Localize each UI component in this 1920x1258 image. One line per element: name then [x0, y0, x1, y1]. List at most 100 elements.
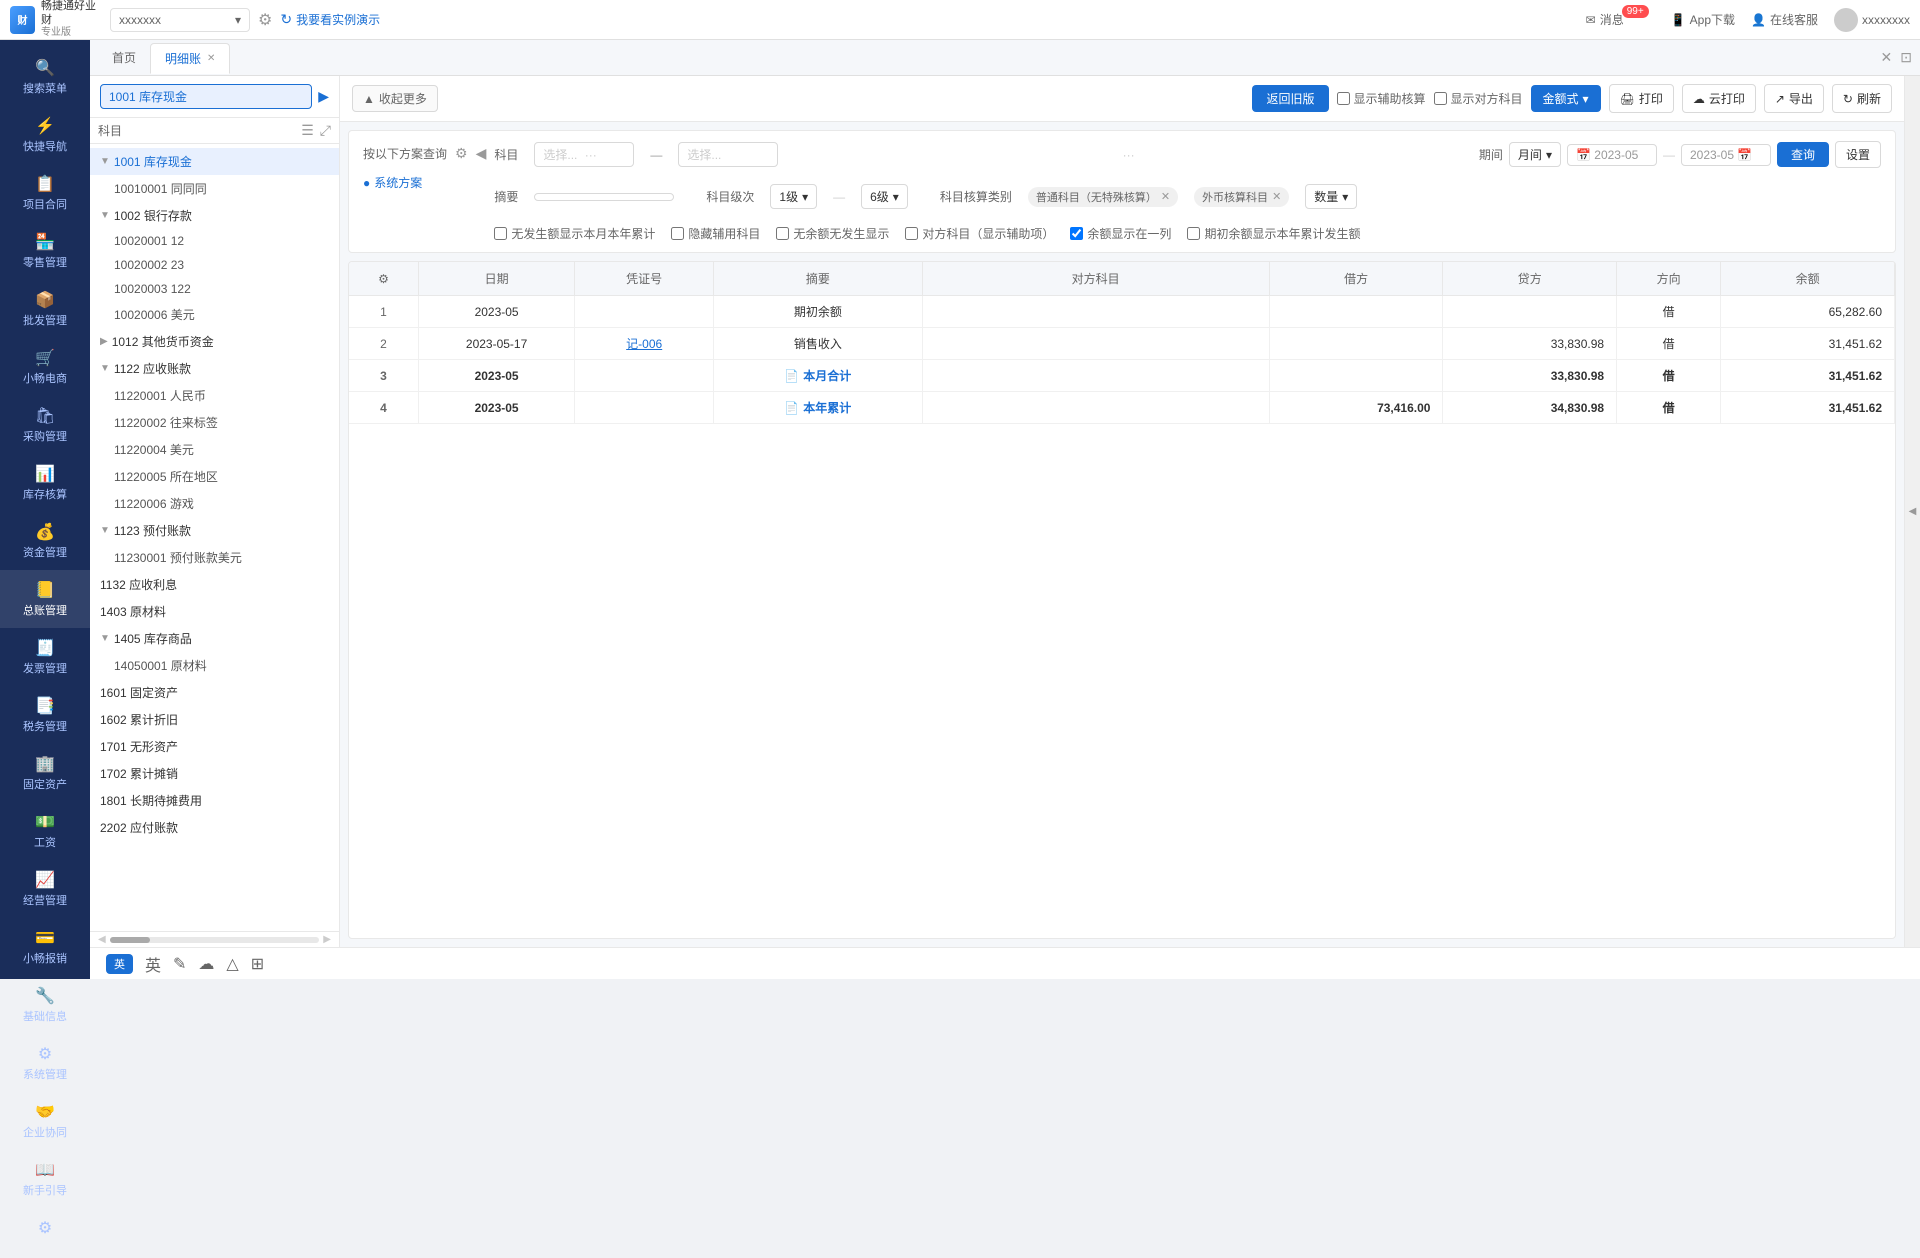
period-type-select[interactable]: 月间 ▾ — [1509, 142, 1561, 167]
show-aux-checkbox[interactable]: 显示辅助核算 — [1337, 90, 1426, 107]
scrollbar-thumb[interactable] — [110, 937, 150, 943]
col-summary-header[interactable]: 摘要 — [714, 262, 922, 296]
sidebar-item-sales[interactable]: 💳 小畅报销 — [0, 918, 90, 976]
level-from-select[interactable]: 1级 ▾ — [770, 184, 817, 209]
company-selector[interactable]: xxxxxxx ▾ — [110, 8, 250, 32]
sidebar-item-inventory[interactable]: 📊 库存核算 — [0, 454, 90, 512]
level-to-select[interactable]: 6级 ▾ — [861, 184, 908, 209]
tree-item-14050001[interactable]: 14050001 原材料 — [90, 652, 339, 679]
refresh-button[interactable]: ↻ 刷新 — [1832, 84, 1892, 113]
tag-normal[interactable]: 普通科目（无特殊核算） ✕ — [1028, 187, 1178, 207]
left-panel-scrollbar[interactable]: ◀ ▶ — [90, 931, 339, 947]
tag-normal-close-icon[interactable]: ✕ — [1161, 190, 1170, 203]
col-setting-header[interactable]: ⚙ — [349, 262, 418, 296]
tree-item-11220004[interactable]: 11220004 美元 — [90, 436, 339, 463]
sidebar-item-salary[interactable]: 💵 工资 — [0, 802, 90, 860]
horizontal-scrollbar[interactable] — [110, 937, 320, 943]
tag-foreign[interactable]: 外币核算科目 ✕ — [1194, 187, 1289, 207]
scroll-left-icon[interactable]: ◀ — [98, 934, 106, 945]
checkbox-show-balance-col[interactable]: 余额显示在一列 — [1070, 225, 1171, 242]
sidebar-item-retail[interactable]: 🏪 零售管理 — [0, 222, 90, 280]
checkbox-show-yearly[interactable]: 期初余额显示本年累计发生额 — [1187, 225, 1360, 242]
user-menu[interactable]: xxxxxxxx — [1834, 8, 1910, 32]
period-to-input[interactable]: 2023-05 📅 — [1681, 144, 1771, 166]
tree-item-11220002[interactable]: 11220002 往来标签 — [90, 409, 339, 436]
tree-item-2202[interactable]: 2202 应付账款 — [90, 814, 339, 841]
checkbox-no-balance-input[interactable] — [776, 227, 789, 240]
query-setting-button[interactable]: 设置 — [1835, 141, 1881, 168]
tree-item-11220005[interactable]: 11220005 所在地区 — [90, 463, 339, 490]
message-button[interactable]: ✉ 消息 99+ — [1586, 11, 1655, 28]
sidebar-item-cooperation[interactable]: 🤝 企业协同 — [0, 1092, 90, 1150]
bottom-icon-3[interactable]: ☁ — [198, 954, 214, 974]
checkbox-no-balance[interactable]: 无余额无发生显示 — [776, 225, 889, 242]
tree-item-11220006[interactable]: 11220006 游戏 — [90, 490, 339, 517]
sidebar-item-invoice[interactable]: 🧾 发票管理 — [0, 628, 90, 686]
summary-input[interactable] — [534, 193, 674, 201]
print-button[interactable]: 🖨 打印 — [1609, 84, 1674, 113]
tree-item-1122[interactable]: ▼ 1122 应收账款 — [90, 355, 339, 382]
language-button[interactable]: 英 — [106, 954, 133, 974]
sidebar-item-search[interactable]: 🔍 搜索菜单 — [0, 48, 90, 106]
tab-home[interactable]: 首页 — [98, 43, 150, 72]
tree-item-11220001[interactable]: 11220001 人民币 — [90, 382, 339, 409]
col-direction-header[interactable]: 方向 — [1617, 262, 1721, 296]
tree-item-11230001[interactable]: 11230001 预付账款美元 — [90, 544, 339, 571]
format-button[interactable]: 金额式 ▾ — [1531, 85, 1601, 112]
bottom-icon-1[interactable]: 英 — [145, 952, 161, 976]
scheme-button[interactable]: ● 系统方案 — [363, 170, 486, 195]
table-settings-icon[interactable]: ⚙ — [378, 272, 389, 286]
expand-icon[interactable]: ⤢ — [320, 122, 331, 139]
bottom-icon-2[interactable]: ✎ — [173, 954, 186, 974]
tree-item-1002[interactable]: ▼ 1002 银行存款 — [90, 202, 339, 229]
tree-item-10010001[interactable]: 10010001 同同同 — [90, 175, 339, 202]
col-date-header[interactable]: 日期 — [418, 262, 574, 296]
filter-collapse-icon[interactable]: ◀ — [476, 145, 487, 162]
tab-maximize-icon[interactable]: ⊡ — [1900, 49, 1912, 66]
nav-forward-icon[interactable]: ▶ — [318, 88, 329, 105]
settings-icon[interactable]: ⚙ — [258, 10, 272, 30]
tree-item-1702[interactable]: 1702 累计摊销 — [90, 760, 339, 787]
tree-item-10020001[interactable]: 10020001 12 — [90, 229, 339, 253]
period-from-input[interactable]: 📅 2023-05 — [1567, 144, 1657, 166]
tree-item-1601[interactable]: 1601 固定资产 — [90, 679, 339, 706]
tree-item-10020002[interactable]: 10020002 23 — [90, 253, 339, 277]
sidebar-item-system[interactable]: ⚙ 系统管理 — [0, 1034, 90, 1092]
voucher-link[interactable]: 记-006 — [626, 337, 662, 351]
tree-item-1701[interactable]: 1701 无形资产 — [90, 733, 339, 760]
tree-item-1001[interactable]: ▼ 1001 库存现金 — [90, 148, 339, 175]
sidebar-settings-button[interactable]: ⚙ — [28, 1208, 62, 1248]
tree-item-1405[interactable]: ▼ 1405 库存商品 — [90, 625, 339, 652]
sidebar-item-project[interactable]: 📋 项目合同 — [0, 164, 90, 222]
sidebar-item-capital[interactable]: 💰 资金管理 — [0, 512, 90, 570]
bottom-icon-4[interactable]: △ — [226, 954, 238, 974]
cloud-print-button[interactable]: ☁ 云打印 — [1682, 84, 1756, 113]
tree-item-1132[interactable]: 1132 应收利息 — [90, 571, 339, 598]
col-credit-header[interactable]: 贷方 — [1443, 262, 1617, 296]
sidebar-item-guide[interactable]: 📖 新手引导 — [0, 1150, 90, 1208]
col-balance-header[interactable]: 余额 — [1721, 262, 1895, 296]
checkbox-show-balance-col-input[interactable] — [1070, 227, 1083, 240]
sidebar-item-quicknav[interactable]: ⚡ 快捷导航 — [0, 106, 90, 164]
show-opposite-input[interactable] — [1434, 92, 1447, 105]
sidebar-item-assets[interactable]: 🏢 固定资产 — [0, 744, 90, 802]
scroll-right-icon[interactable]: ▶ — [323, 934, 331, 945]
checkbox-opposite[interactable]: 对方科目（显示辅助项） — [905, 225, 1054, 242]
tag-foreign-close-icon[interactable]: ✕ — [1272, 190, 1281, 203]
checkbox-hide-helper-input[interactable] — [671, 227, 684, 240]
qty-select[interactable]: 数量 ▾ — [1305, 184, 1357, 209]
export-button[interactable]: ↗ 导出 — [1764, 84, 1824, 113]
checkbox-hide-helper[interactable]: 隐藏辅用科目 — [671, 225, 760, 242]
subject-to-select[interactable]: 选择... — [678, 142, 778, 167]
subject-from-select[interactable]: 选择... ··· — [534, 142, 634, 167]
demo-link[interactable]: ↻ 我要看实例演示 — [280, 11, 380, 28]
tab-close-all-icon[interactable]: ✕ — [1881, 49, 1893, 66]
tree-item-1602[interactable]: 1602 累计折旧 — [90, 706, 339, 733]
tree-item-10020006[interactable]: 10020006 美元 — [90, 301, 339, 328]
tree-item-1801[interactable]: 1801 长期待摊费用 — [90, 787, 339, 814]
show-opposite-checkbox[interactable]: 显示对方科目 — [1434, 90, 1523, 107]
tree-item-1123[interactable]: ▼ 1123 预付账款 — [90, 517, 339, 544]
checkbox-show-yearly-input[interactable] — [1187, 227, 1200, 240]
tree-item-1403[interactable]: 1403 原材料 — [90, 598, 339, 625]
current-account-selector[interactable]: 1001 库存现金 — [100, 84, 312, 109]
